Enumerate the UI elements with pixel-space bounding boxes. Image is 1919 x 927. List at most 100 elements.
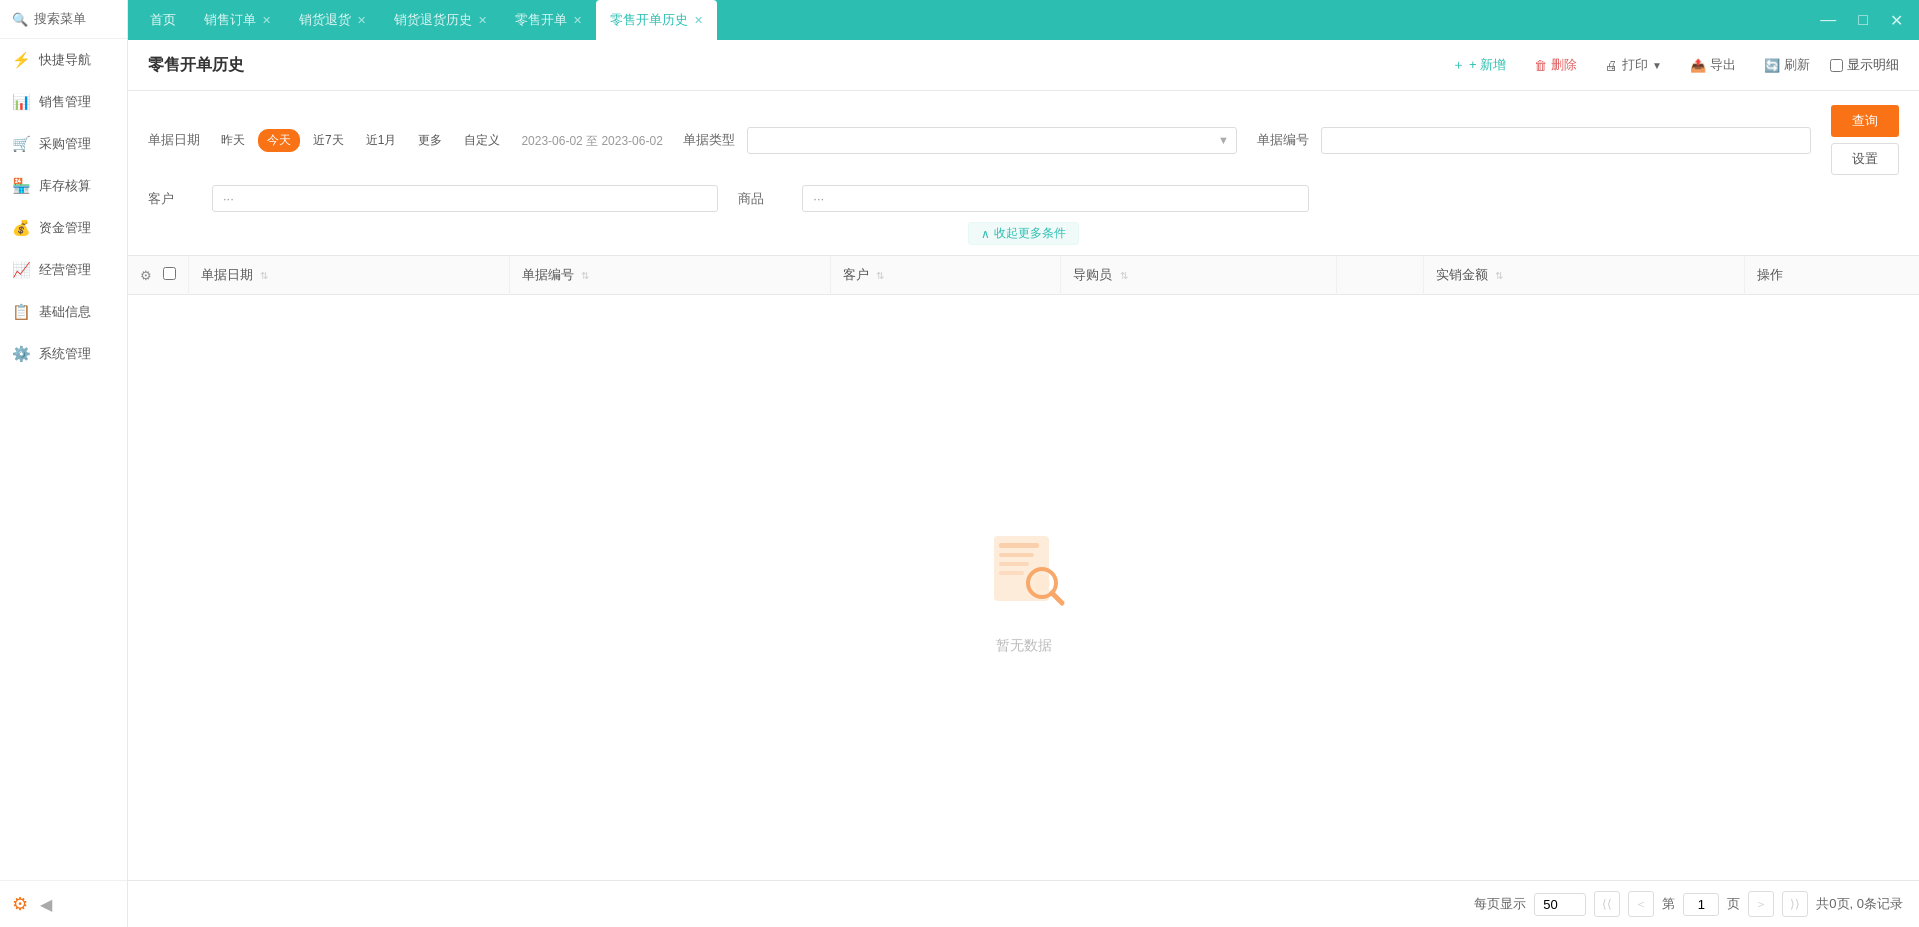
sort-salesperson-icon[interactable]: ⇅	[1120, 270, 1128, 281]
add-button[interactable]: ＋ + 新增	[1444, 52, 1514, 78]
add-icon: ＋	[1452, 56, 1465, 74]
sidebar-search-label: 搜索菜单	[34, 10, 86, 28]
date-btn-last1m[interactable]: 近1月	[357, 129, 406, 152]
date-btn-more[interactable]: 更多	[409, 129, 451, 152]
show-detail-input[interactable]	[1830, 59, 1843, 72]
tab-sales-return-history-close[interactable]: ✕	[478, 14, 487, 27]
sidebar-item-label: 采购管理	[39, 135, 91, 153]
print-icon: 🖨	[1605, 58, 1618, 73]
sort-no-icon[interactable]: ⇅	[581, 270, 589, 281]
prev-page-button[interactable]: ＜	[1628, 891, 1654, 917]
col-action: 操作	[1744, 256, 1919, 295]
tab-retail-open-history-close[interactable]: ✕	[694, 14, 703, 27]
sidebar-item-operations[interactable]: 📈 经营管理	[0, 249, 127, 291]
doc-type-field: 单据类型 ▼	[683, 127, 1237, 154]
first-page-button[interactable]: ⟨⟨	[1594, 891, 1620, 917]
sort-amount-icon[interactable]: ⇅	[1495, 270, 1503, 281]
filter-area: 单据日期 昨天 今天 近7天 近1月 更多 自定义 2023-06-02 至 2…	[128, 91, 1919, 256]
date-filter-field: 单据日期 昨天 今天 近7天 近1月 更多 自定义 2023-06-02 至 2…	[148, 129, 663, 152]
tab-home[interactable]: 首页	[136, 0, 190, 40]
customer-field: 客户 ···	[148, 185, 718, 212]
tab-sales-order[interactable]: 销售订单 ✕	[190, 0, 285, 40]
doc-no-input[interactable]	[1321, 127, 1811, 154]
select-all-checkbox[interactable]	[163, 267, 176, 280]
collapse-button[interactable]: ∧ 收起更多条件	[968, 222, 1079, 245]
date-shortcuts: 昨天 今天 近7天 近1月 更多 自定义	[212, 129, 509, 152]
sidebar-search[interactable]: 🔍 搜索菜单	[0, 0, 127, 39]
query-button[interactable]: 查询	[1831, 105, 1899, 137]
filter-row-2: 客户 ··· 商品 ···	[148, 185, 1899, 212]
date-label: 单据日期	[148, 131, 204, 149]
col-salesperson: 导购员 ⇅	[1061, 256, 1337, 295]
page-suffix: 页	[1727, 895, 1740, 913]
doc-type-select[interactable]	[747, 127, 1237, 154]
delete-button[interactable]: 🗑 删除	[1526, 52, 1585, 78]
action-buttons: 查询 设置	[1831, 105, 1899, 175]
sort-date-icon[interactable]: ⇅	[260, 270, 268, 281]
tab-retail-open-close[interactable]: ✕	[573, 14, 582, 27]
sidebar-item-inventory[interactable]: 🏪 库存核算	[0, 165, 127, 207]
maximize-icon[interactable]: □	[1850, 7, 1876, 33]
per-page-label: 每页显示	[1474, 895, 1526, 913]
settings-button[interactable]: 设置	[1831, 143, 1899, 175]
sidebar-item-purchase-mgmt[interactable]: 🛒 采购管理	[0, 123, 127, 165]
date-btn-custom[interactable]: 自定义	[455, 129, 509, 152]
sidebar-item-sales-mgmt[interactable]: 📊 销售管理	[0, 81, 127, 123]
sys-icon: ⚙️	[12, 345, 31, 363]
delete-icon: 🗑	[1534, 58, 1547, 73]
empty-icon	[974, 521, 1074, 621]
date-btn-last7[interactable]: 近7天	[304, 129, 353, 152]
sidebar-item-quick-nav[interactable]: ⚡ 快捷导航	[0, 39, 127, 81]
minimize-icon[interactable]: —	[1812, 7, 1844, 33]
operations-icon: 📈	[12, 261, 31, 279]
tab-sales-return-history[interactable]: 销货退货历史 ✕	[380, 0, 501, 40]
settings-icon[interactable]: ⚙	[12, 893, 28, 915]
tab-retail-open-history[interactable]: 零售开单历史 ✕	[596, 0, 717, 40]
svg-rect-3	[999, 562, 1029, 566]
main-content: 首页 销售订单 ✕ 销货退货 ✕ 销货退货历史 ✕ 零售开单 ✕ 零售开单历史 …	[128, 0, 1919, 927]
tab-retail-open-history-label: 零售开单历史	[610, 11, 688, 29]
date-btn-today[interactable]: 今天	[258, 129, 300, 152]
refresh-button[interactable]: 🔄 刷新	[1756, 52, 1818, 78]
sidebar-item-finance[interactable]: 💰 资金管理	[0, 207, 127, 249]
goods-label: 商品	[738, 190, 794, 208]
print-button[interactable]: 🖨 打印 ▼	[1597, 52, 1670, 78]
close-window-icon[interactable]: ✕	[1882, 7, 1911, 34]
date-btn-yesterday[interactable]: 昨天	[212, 129, 254, 152]
empty-text: 暂无数据	[996, 637, 1052, 655]
collapse-icon: ∧	[981, 227, 990, 241]
last-page-button[interactable]: ⟩⟩	[1782, 891, 1808, 917]
next-page-button[interactable]: ＞	[1748, 891, 1774, 917]
sort-customer-icon[interactable]: ⇅	[876, 270, 884, 281]
sidebar-item-basic-info[interactable]: 📋 基础信息	[0, 291, 127, 333]
page-input[interactable]	[1683, 893, 1719, 916]
quick-nav-icon: ⚡	[12, 51, 31, 69]
col-settings-icon[interactable]: ⚙	[140, 268, 152, 283]
collapse-sidebar-icon[interactable]: ◀	[40, 895, 52, 914]
sidebar-bottom: ⚙ ◀	[0, 880, 127, 927]
date-range-display: 2023-06-02 至 2023-06-02	[521, 133, 662, 150]
customer-picker[interactable]: ···	[212, 185, 718, 212]
window-controls: — □ ✕	[1812, 7, 1911, 34]
table-header-row: ⚙ 单据日期 ⇅ 单据编号 ⇅ 客户	[128, 256, 1919, 295]
tab-sales-return-close[interactable]: ✕	[357, 14, 366, 27]
pagination: 每页显示 50 10 20 100 ⟨⟨ ＜ 第 页 ＞ ⟩⟩ 共0页, 0条记…	[128, 880, 1919, 927]
finance-icon: 💰	[12, 219, 31, 237]
goods-picker[interactable]: ···	[802, 185, 1308, 212]
col-no: 单据编号 ⇅	[509, 256, 830, 295]
show-detail-label: 显示明细	[1847, 56, 1899, 74]
svg-rect-1	[999, 543, 1039, 548]
print-chevron: ▼	[1652, 60, 1662, 71]
tab-retail-open[interactable]: 零售开单 ✕	[501, 0, 596, 40]
page-label: 第	[1662, 895, 1675, 913]
per-page-select[interactable]: 50 10 20 100	[1534, 893, 1586, 916]
show-detail-checkbox[interactable]: 显示明细	[1830, 56, 1899, 74]
tab-sales-return[interactable]: 销货退货 ✕	[285, 0, 380, 40]
tab-sales-order-close[interactable]: ✕	[262, 14, 271, 27]
export-button[interactable]: 📤 导出	[1682, 52, 1744, 78]
collapse-row: ∧ 收起更多条件	[148, 222, 1899, 245]
sidebar-item-sys-mgmt[interactable]: ⚙️ 系统管理	[0, 333, 127, 375]
tabs-bar: 首页 销售订单 ✕ 销货退货 ✕ 销货退货历史 ✕ 零售开单 ✕ 零售开单历史 …	[128, 0, 1919, 40]
doc-type-select-wrapper: ▼	[747, 127, 1237, 154]
doc-type-label: 单据类型	[683, 131, 739, 149]
